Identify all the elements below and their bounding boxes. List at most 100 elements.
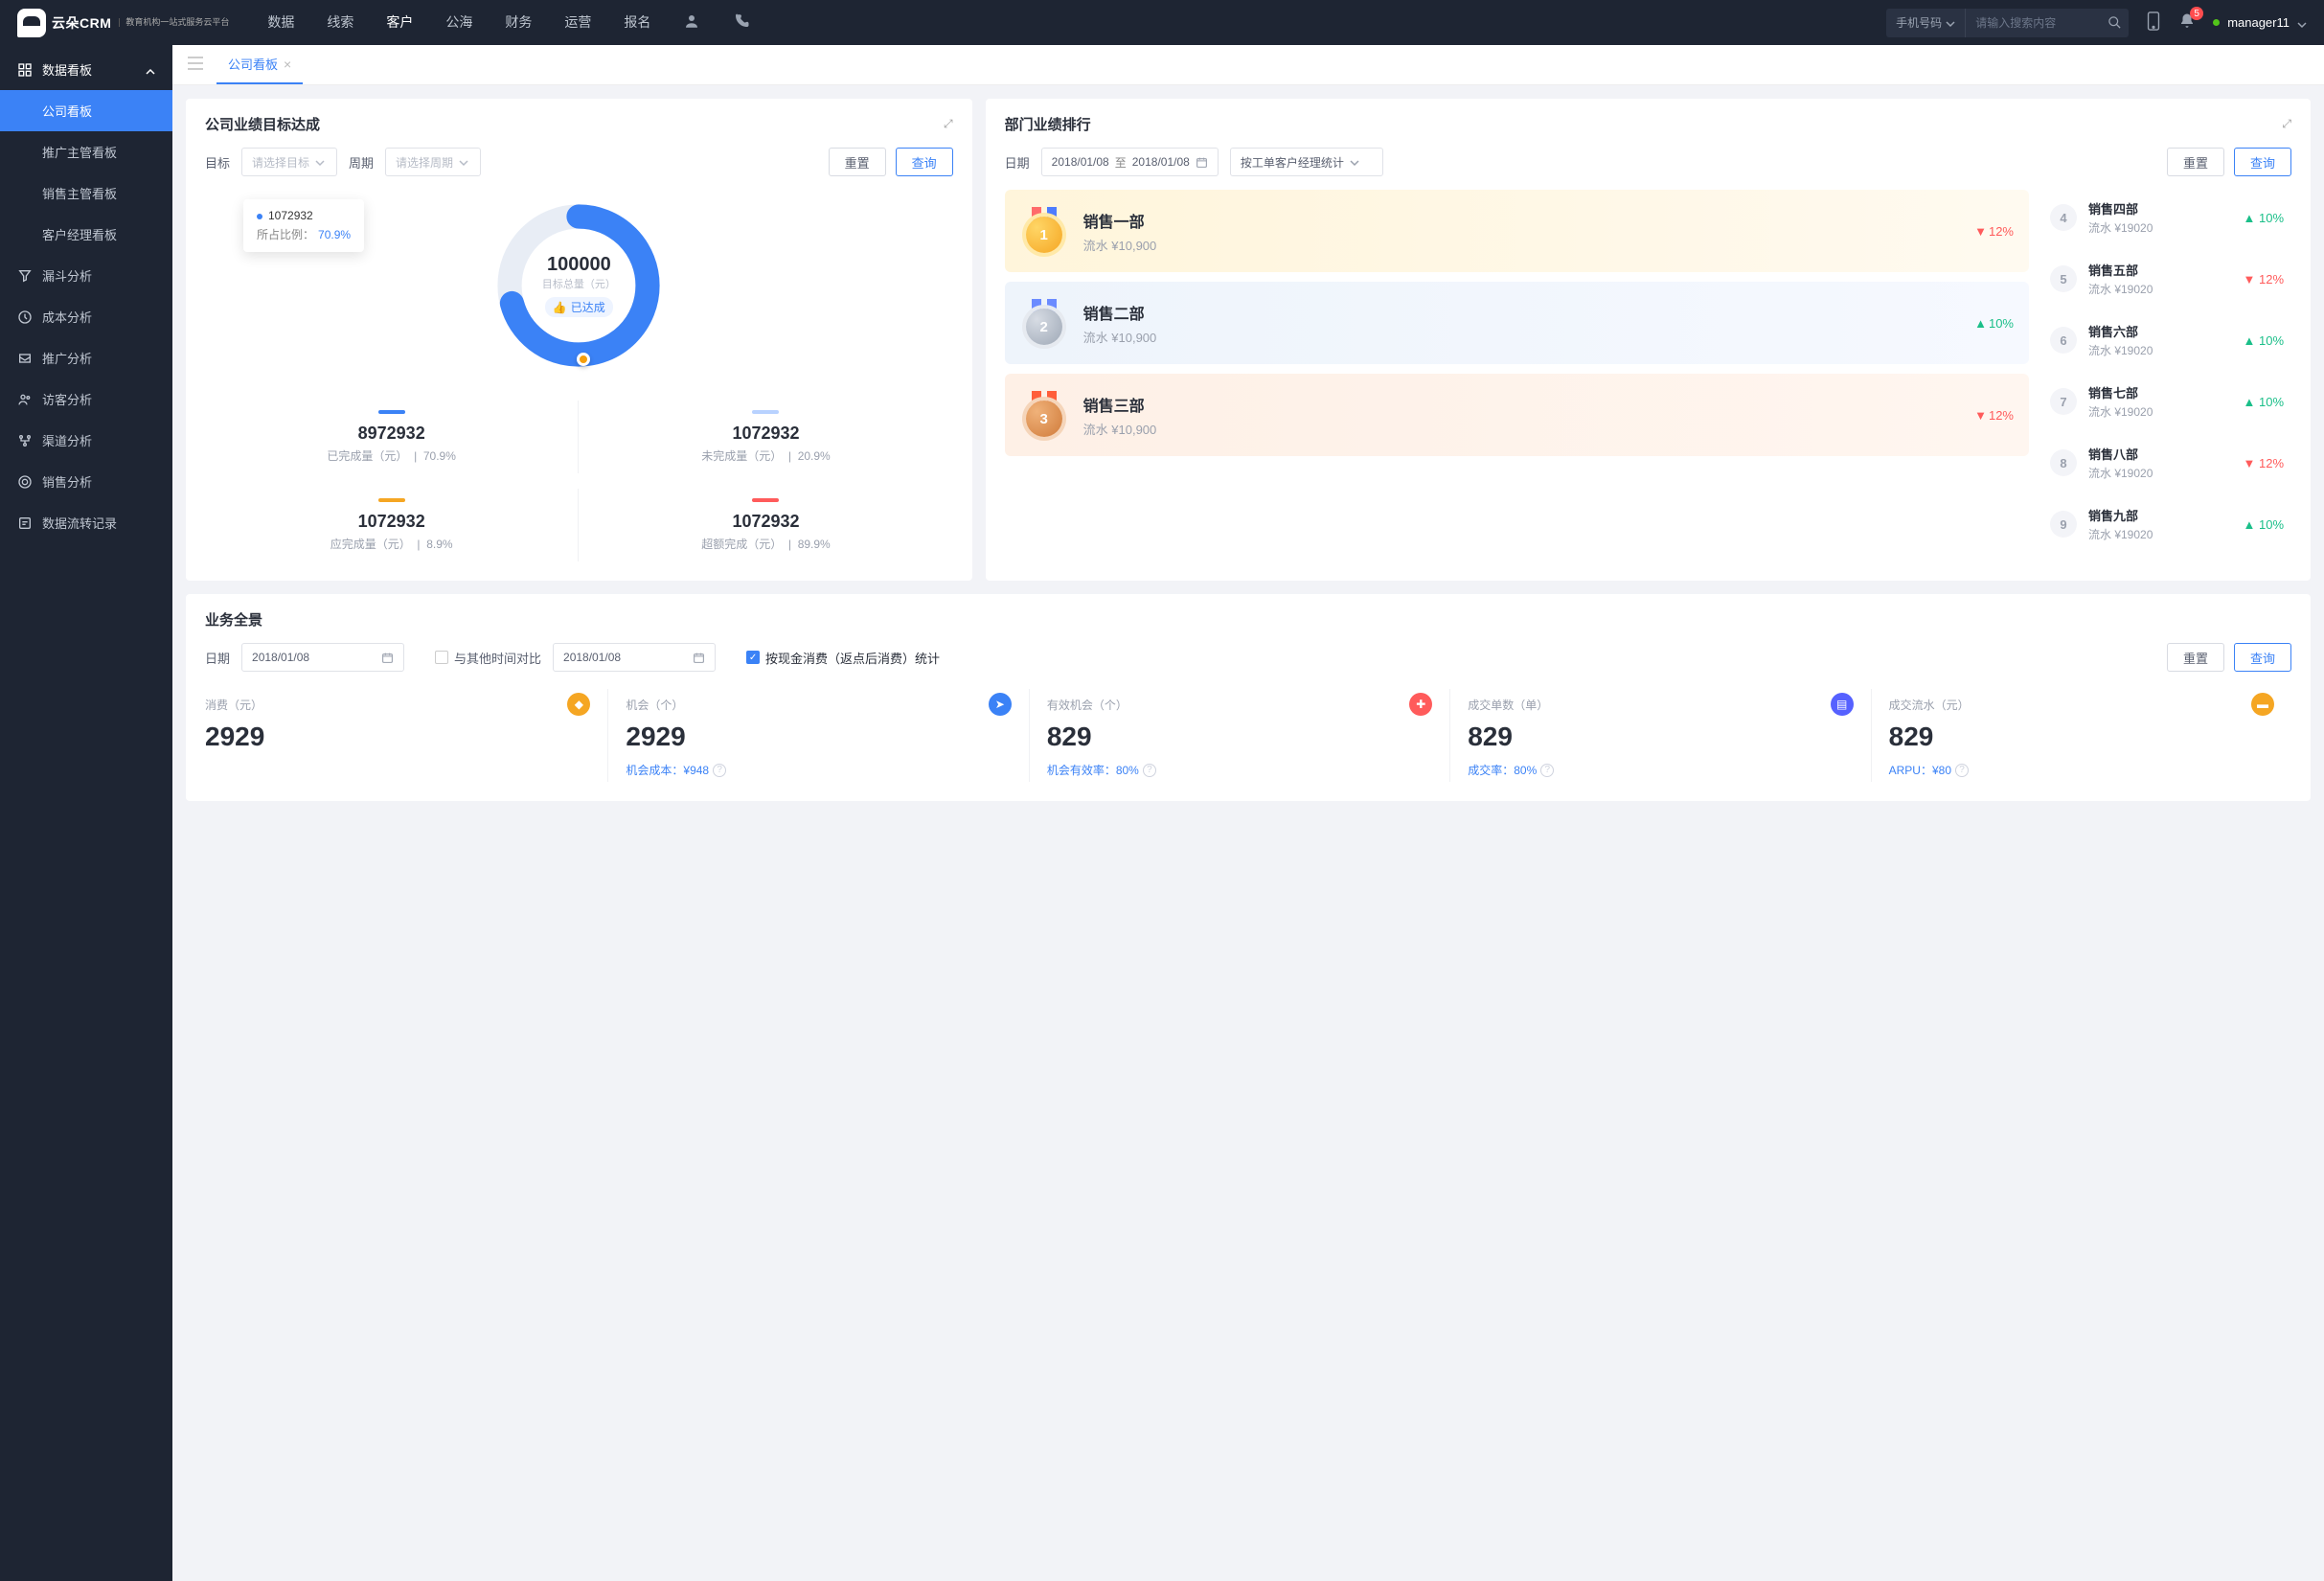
expand-icon[interactable]: ⤢ (944, 117, 953, 131)
sidebar-item-cost[interactable]: 成本分析 (0, 296, 172, 337)
rank-row-sub: 流水 ¥19020 (2088, 342, 2232, 358)
search-input[interactable] (1966, 16, 2100, 30)
rank-row[interactable]: 6销售六部流水 ¥19020▲ 10% (2042, 312, 2291, 368)
rank-top3: 1 销售一部流水 ¥10,900 ▼ 12% 2 销售二部流水 ¥10,900 … (1005, 190, 2029, 552)
logo[interactable]: 云朵CRM 教育机构一站式服务云平台 (17, 9, 229, 37)
hamburger-icon[interactable] (182, 51, 209, 79)
panorama-row: 消费（元）◆2929-机会（个）➤2929机会成本：¥948 ?有效机会（个）✚… (205, 689, 2291, 782)
panorama-cell: 成交流水（元）▬829ARPU：¥80 ? (1889, 689, 2291, 782)
help-icon[interactable]: ? (1143, 764, 1156, 777)
nav-user-icon[interactable] (683, 12, 700, 33)
reset-button[interactable]: 重置 (829, 148, 886, 176)
sidebar-item-flow[interactable]: 数据流转记录 (0, 502, 172, 543)
thumbs-up-icon: 👍 (553, 301, 567, 314)
tabbar: 公司看板 × (172, 45, 2324, 85)
rank-row-name: 销售七部 (2088, 383, 2232, 401)
rank-item-3[interactable]: 3 销售三部流水 ¥10,900 ▼ 12% (1005, 374, 2029, 456)
rank-row[interactable]: 4销售四部流水 ¥19020▲ 10% (2042, 190, 2291, 245)
sidebar-item-funnel[interactable]: 漏斗分析 (0, 255, 172, 296)
rank-number: 9 (2050, 511, 2077, 538)
stat-should: 1072932 应完成量（元） | 8.9% (205, 489, 579, 561)
filter-period-label: 周期 (349, 153, 374, 172)
help-icon[interactable]: ? (1955, 764, 1969, 777)
reset-button[interactable]: 重置 (2167, 643, 2224, 672)
user-menu[interactable]: manager11 (2213, 15, 2307, 30)
bell-icon[interactable]: 5 (2178, 12, 2196, 33)
logo-mark-icon (17, 9, 46, 37)
rank-row[interactable]: 8销售八部流水 ¥19020▼ 12% (2042, 435, 2291, 491)
cash-checkbox[interactable]: ✓ 按现金消费（返点后消费）统计 (746, 649, 940, 667)
nav-customers[interactable]: 客户 (386, 12, 413, 33)
brand-name: 云朵CRM (52, 16, 111, 30)
sidebar-item-promo[interactable]: 推广分析 (0, 337, 172, 378)
rank-row[interactable]: 5销售五部流水 ¥19020▼ 12% (2042, 251, 2291, 307)
trend-up-icon: ▲ 10% (1974, 316, 2014, 331)
stat-bar-icon (752, 410, 779, 414)
checkbox-icon (435, 651, 448, 664)
compare-checkbox[interactable]: 与其他时间对比 (435, 649, 541, 667)
nav-ops[interactable]: 运营 (564, 12, 591, 33)
pan-foot: 成交率：80% ? (1468, 762, 1853, 778)
nav-phone-icon[interactable] (733, 12, 750, 33)
sidebar-sub-company[interactable]: 公司看板 (0, 90, 172, 131)
topbar: 云朵CRM 教育机构一站式服务云平台 数据 线索 客户 公海 财务 运营 报名 … (0, 0, 2324, 45)
search-button[interactable] (2100, 15, 2129, 30)
help-icon[interactable]: ? (713, 764, 726, 777)
sidebar-sub-manager[interactable]: 客户经理看板 (0, 214, 172, 255)
stat-undone: 1072932 未完成量（元） | 20.9% (579, 401, 952, 473)
sidebar-item-visitor[interactable]: 访客分析 (0, 378, 172, 420)
help-icon[interactable]: ? (1540, 764, 1554, 777)
expand-icon[interactable]: ⤢ (2282, 117, 2291, 131)
tab-company-board[interactable]: 公司看板 × (216, 45, 303, 84)
rank-row[interactable]: 9销售九部流水 ¥19020▲ 10% (2042, 496, 2291, 552)
rank-groupby-select[interactable]: 按工单客户经理统计 (1230, 148, 1383, 176)
rank-row[interactable]: 7销售七部流水 ¥19020▲ 10% (2042, 374, 2291, 429)
sidebar-item-sales[interactable]: 销售分析 (0, 461, 172, 502)
nav-leads[interactable]: 线索 (327, 12, 353, 33)
filter-target-label: 目标 (205, 153, 230, 172)
sidebar-sub-sales[interactable]: 销售主管看板 (0, 172, 172, 214)
nav-enroll[interactable]: 报名 (624, 12, 650, 33)
query-button[interactable]: 查询 (2234, 148, 2291, 176)
donut-center-label: 目标总量（元） (542, 276, 616, 291)
rank-row-sub: 流水 ¥19020 (2088, 281, 2232, 297)
rank-row-name: 销售四部 (2088, 199, 2232, 218)
stat-done: 8972932 已完成量（元） | 70.9% (205, 401, 579, 473)
medal-silver-icon: 2 (1020, 299, 1068, 347)
filter-target-select[interactable]: 请选择目标 (241, 148, 337, 176)
close-icon[interactable]: × (284, 57, 291, 72)
chevron-down-icon (1350, 157, 1359, 167)
reset-button[interactable]: 重置 (2167, 148, 2224, 176)
query-button[interactable]: 查询 (2234, 643, 2291, 672)
donut-chart: 100000 目标总量（元） 👍已达成 (492, 199, 665, 372)
pan-label: 消费（元） (205, 697, 262, 713)
calendar-icon (381, 652, 394, 664)
filter-period-select[interactable]: 请选择周期 (385, 148, 481, 176)
mobile-icon[interactable] (2146, 11, 2161, 34)
nav-data[interactable]: 数据 (267, 12, 294, 33)
main: 公司看板 × 公司业绩目标达成 ⤢ 目标 请选择目标 (172, 45, 2324, 1581)
medal-bronze-icon: 3 (1020, 391, 1068, 439)
nav-pool[interactable]: 公海 (445, 12, 472, 33)
trend-icon: ▲ 10% (2244, 333, 2285, 348)
trend-icon: ▲ 10% (2244, 395, 2285, 409)
card-target: 公司业绩目标达成 ⤢ 目标 请选择目标 周期 请选择周期 (186, 99, 972, 581)
rank-row-name: 销售九部 (2088, 506, 2232, 524)
rank-row-sub: 流水 ¥19020 (2088, 219, 2232, 236)
dot-icon (257, 214, 262, 219)
rank-number: 8 (2050, 449, 2077, 476)
nav-finance[interactable]: 财务 (505, 12, 532, 33)
query-button[interactable]: 查询 (896, 148, 953, 176)
sidebar-item-channel[interactable]: 渠道分析 (0, 420, 172, 461)
date-input-1[interactable]: 2018/01/08 (241, 643, 404, 672)
chevron-down-icon (1946, 18, 1955, 28)
sidebar-group-dashboard[interactable]: 数据看板 (0, 49, 172, 90)
sidebar-sub-promo[interactable]: 推广主管看板 (0, 131, 172, 172)
rank-item-1[interactable]: 1 销售一部流水 ¥10,900 ▼ 12% (1005, 190, 2029, 272)
rank-item-2[interactable]: 2 销售二部流水 ¥10,900 ▲ 10% (1005, 282, 2029, 364)
pan-label: 成交单数（单） (1468, 697, 1548, 713)
date-input-2[interactable]: 2018/01/08 (553, 643, 716, 672)
search-type-select[interactable]: 手机号码 (1886, 9, 1966, 37)
pan-value: 829 (1047, 722, 1432, 752)
date-range-input[interactable]: 2018/01/08 至 2018/01/08 (1041, 148, 1219, 176)
